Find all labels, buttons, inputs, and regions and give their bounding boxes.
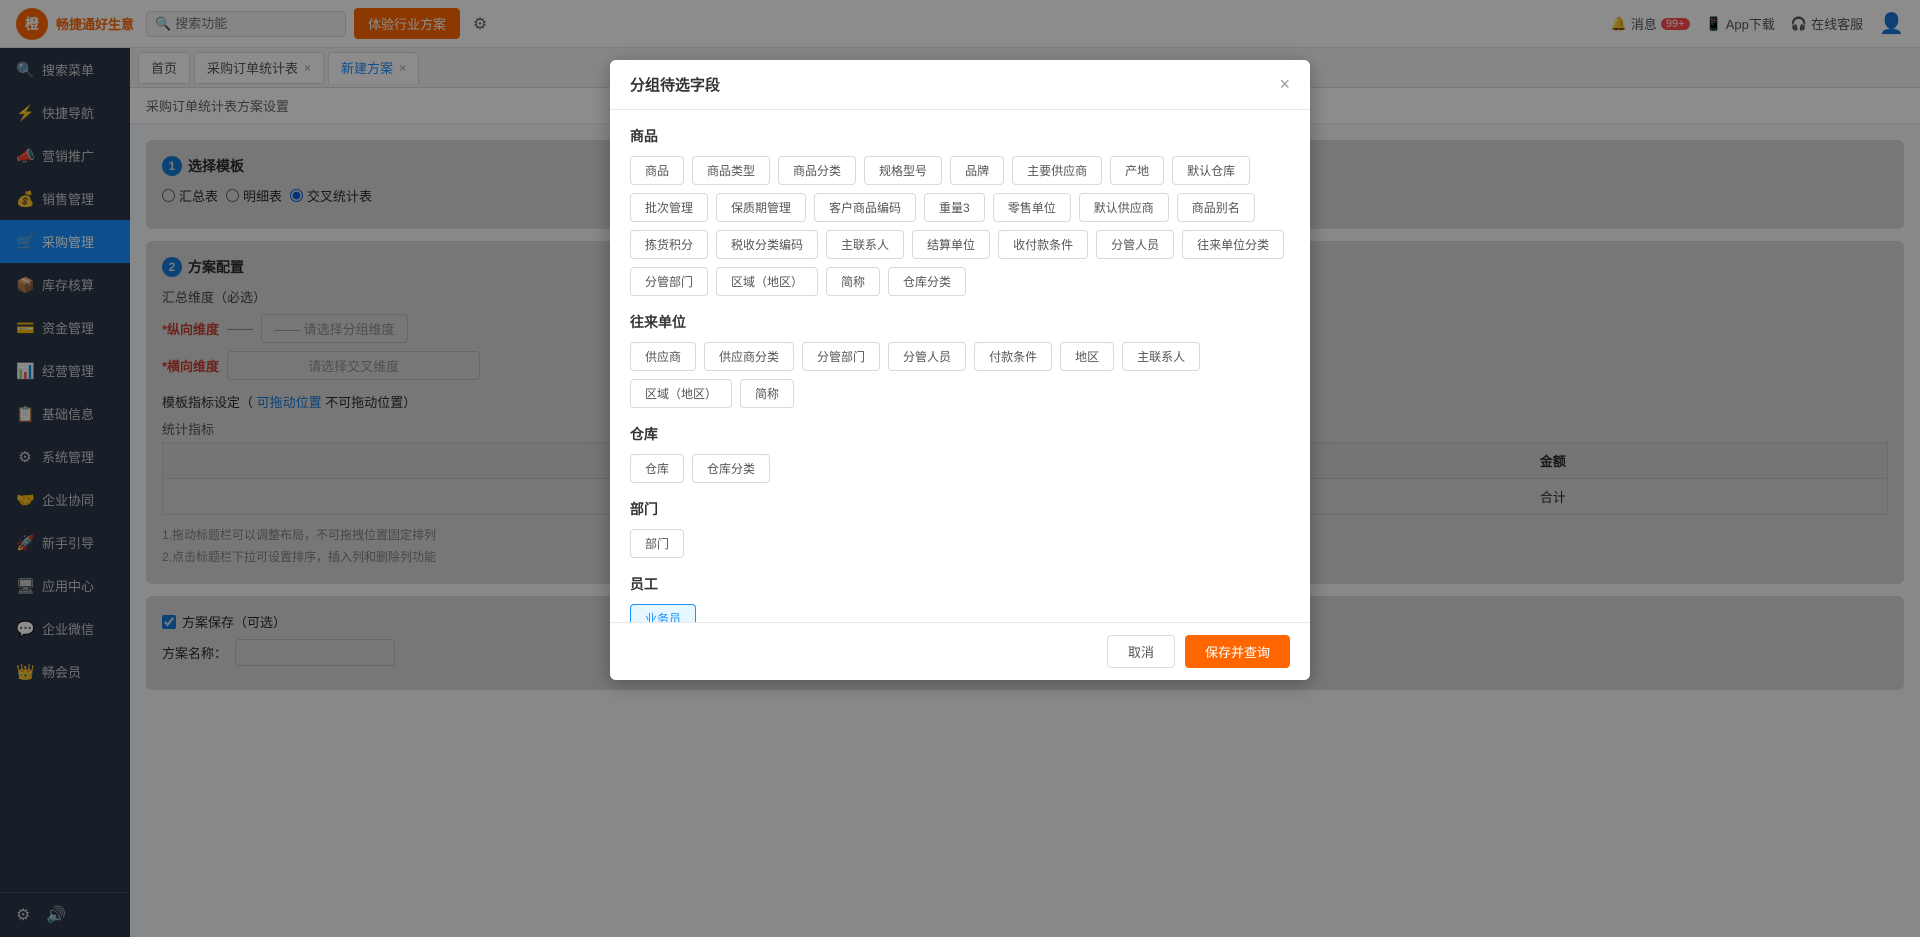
tag-partner-category[interactable]: 往来单位分类 [1182, 230, 1284, 259]
tag-main-contact[interactable]: 主联系人 [826, 230, 904, 259]
tag-product-type[interactable]: 商品类型 [692, 156, 770, 185]
tag-batch-mgmt[interactable]: 批次管理 [630, 193, 708, 222]
section-partner-title: 往来单位 [630, 312, 1290, 332]
tag-product[interactable]: 商品 [630, 156, 684, 185]
modal-close-button[interactable]: × [1279, 74, 1290, 95]
tag-supplier[interactable]: 供应商 [630, 342, 696, 371]
tag-customer-code[interactable]: 客户商品编码 [814, 193, 916, 222]
confirm-button[interactable]: 保存并查询 [1185, 635, 1290, 668]
section-employee-title: 员工 [630, 574, 1290, 594]
section-employee-tags: 业务员 [630, 604, 1290, 622]
tag-dept[interactable]: 部门 [630, 529, 684, 558]
tag-origin[interactable]: 产地 [1110, 156, 1164, 185]
tag-partner-payment[interactable]: 付款条件 [974, 342, 1052, 371]
section-product-tags: 商品 商品类型 商品分类 规格型号 品牌 主要供应商 产地 默认仓库 批次管理 … [630, 156, 1290, 296]
modal-title: 分组待选字段 [630, 74, 720, 95]
tag-warehouse-category[interactable]: 仓库分类 [888, 267, 966, 296]
cancel-button[interactable]: 取消 [1107, 635, 1175, 668]
tag-product-category[interactable]: 商品分类 [778, 156, 856, 185]
tag-spec-model[interactable]: 规格型号 [864, 156, 942, 185]
modal-header: 分组待选字段 × [610, 60, 1310, 110]
tag-partner-area[interactable]: 区域（地区） [630, 379, 732, 408]
tag-partner-dept[interactable]: 分管部门 [802, 342, 880, 371]
section-employee: 员工 业务员 [630, 574, 1290, 622]
tag-weight3[interactable]: 重量3 [924, 193, 985, 222]
tag-supplier-category[interactable]: 供应商分类 [704, 342, 794, 371]
section-warehouse: 仓库 仓库 仓库分类 [630, 424, 1290, 483]
tag-partner-region[interactable]: 地区 [1060, 342, 1114, 371]
section-product-title: 商品 [630, 126, 1290, 146]
tag-partner-supervisor[interactable]: 分管人员 [888, 342, 966, 371]
tag-brand[interactable]: 品牌 [950, 156, 1004, 185]
tag-warehouse[interactable]: 仓库 [630, 454, 684, 483]
section-dept-tags: 部门 [630, 529, 1290, 558]
section-product: 商品 商品 商品类型 商品分类 规格型号 品牌 主要供应商 产地 默认仓库 批次… [630, 126, 1290, 296]
tag-main-supplier[interactable]: 主要供应商 [1012, 156, 1102, 185]
section-partner: 往来单位 供应商 供应商分类 分管部门 分管人员 付款条件 地区 主联系人 区域… [630, 312, 1290, 408]
tag-payment-terms[interactable]: 收付款条件 [998, 230, 1088, 259]
tag-partner-contact[interactable]: 主联系人 [1122, 342, 1200, 371]
tag-region-area[interactable]: 区域（地区） [716, 267, 818, 296]
modal-body: 商品 商品 商品类型 商品分类 规格型号 品牌 主要供应商 产地 默认仓库 批次… [610, 110, 1310, 622]
tag-short-name[interactable]: 简称 [826, 267, 880, 296]
section-partner-tags: 供应商 供应商分类 分管部门 分管人员 付款条件 地区 主联系人 区域（地区） … [630, 342, 1290, 408]
tag-tax-code[interactable]: 税收分类编码 [716, 230, 818, 259]
tag-default-warehouse[interactable]: 默认仓库 [1172, 156, 1250, 185]
section-dept: 部门 部门 [630, 499, 1290, 558]
tag-pick-points[interactable]: 拣货积分 [630, 230, 708, 259]
tag-product-alias[interactable]: 商品别名 [1177, 193, 1255, 222]
tag-salesperson[interactable]: 业务员 [630, 604, 696, 622]
field-select-modal: 分组待选字段 × 商品 商品 商品类型 商品分类 规格型号 品牌 主要供应商 产… [610, 60, 1310, 680]
tag-shelf-life[interactable]: 保质期管理 [716, 193, 806, 222]
tag-settlement-unit[interactable]: 结算单位 [912, 230, 990, 259]
modal-footer: 取消 保存并查询 [610, 622, 1310, 680]
section-warehouse-title: 仓库 [630, 424, 1290, 444]
tag-dept-manage[interactable]: 分管部门 [630, 267, 708, 296]
tag-retail-unit[interactable]: 零售单位 [993, 193, 1071, 222]
section-warehouse-tags: 仓库 仓库分类 [630, 454, 1290, 483]
tag-partner-shortname[interactable]: 简称 [740, 379, 794, 408]
section-dept-title: 部门 [630, 499, 1290, 519]
tag-default-supplier[interactable]: 默认供应商 [1079, 193, 1169, 222]
modal-overlay: 分组待选字段 × 商品 商品 商品类型 商品分类 规格型号 品牌 主要供应商 产… [0, 0, 1920, 937]
tag-warehouse-cat[interactable]: 仓库分类 [692, 454, 770, 483]
tag-supervisor[interactable]: 分管人员 [1096, 230, 1174, 259]
